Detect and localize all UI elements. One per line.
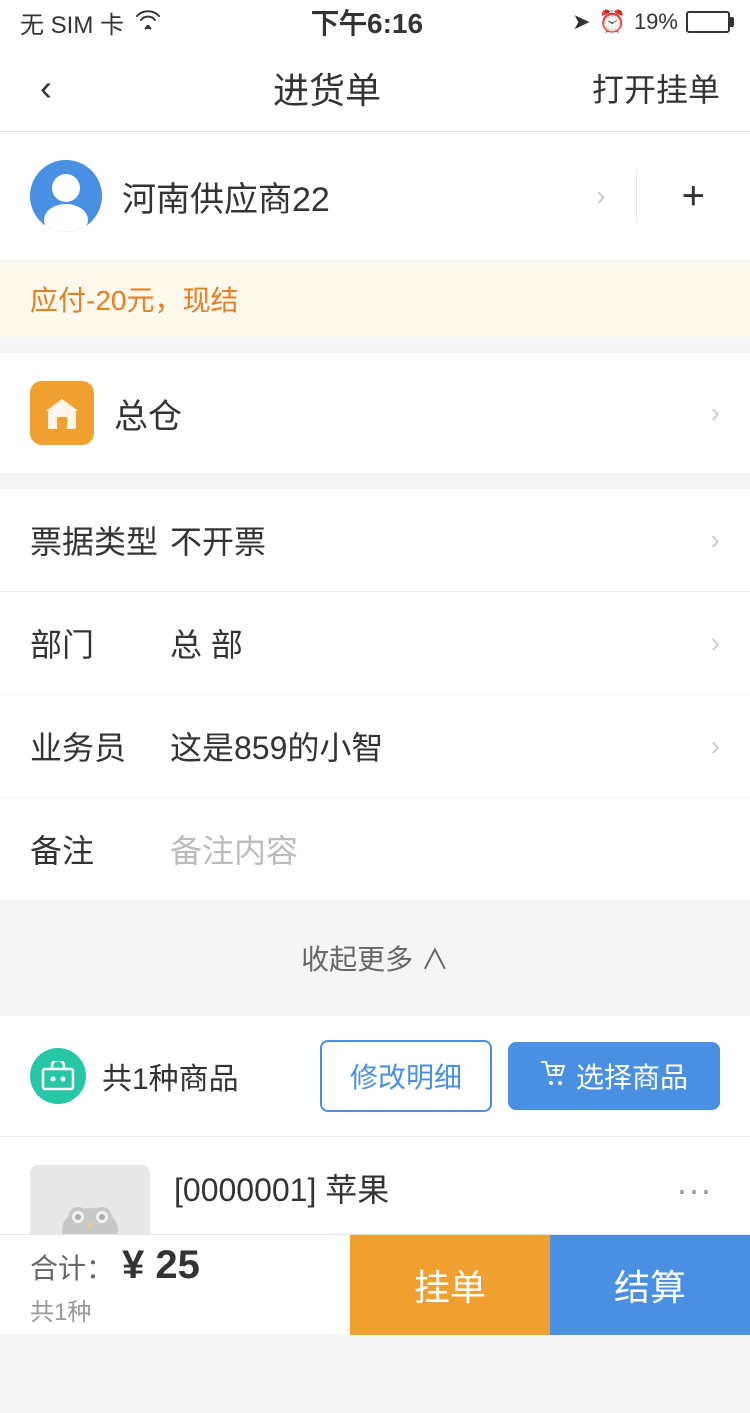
product-title: 苹果 bbox=[325, 1172, 389, 1208]
battery-icon bbox=[686, 11, 730, 33]
salesman-value: 这是859的小智 bbox=[170, 723, 711, 769]
department-chevron-icon: › bbox=[711, 627, 720, 659]
add-supplier-button[interactable]: + bbox=[667, 169, 720, 224]
department-value: 总 部 bbox=[170, 620, 711, 666]
supplier-name: 河南供应商22 bbox=[122, 172, 576, 221]
product-header: 共1种商品 修改明细 选择商品 bbox=[0, 1016, 750, 1137]
warehouse-section[interactable]: 总仓 › bbox=[0, 353, 750, 473]
status-right: ➤ ⏰ 19% bbox=[572, 9, 730, 35]
back-button[interactable]: ‹ bbox=[30, 57, 62, 119]
salesman-chevron-icon: › bbox=[711, 730, 720, 762]
select-product-label: 选择商品 bbox=[576, 1056, 688, 1096]
supplier-row[interactable]: 河南供应商22 › + bbox=[0, 132, 750, 261]
product-code: [0000001] bbox=[174, 1172, 316, 1208]
page-title: 进货单 bbox=[273, 62, 381, 114]
warehouse-chevron-icon: › bbox=[711, 397, 720, 429]
department-label: 部门 bbox=[30, 620, 170, 666]
select-product-button[interactable]: 选择商品 bbox=[508, 1042, 720, 1110]
open-pending-button[interactable]: 打开挂单 bbox=[592, 65, 720, 111]
total-amount: ¥ 25 bbox=[122, 1243, 200, 1288]
cart-icon bbox=[540, 1060, 568, 1093]
total-sub: 共1种 bbox=[30, 1292, 320, 1327]
invoice-label: 票据类型 bbox=[30, 517, 170, 563]
battery-percent: 19% bbox=[634, 9, 678, 35]
status-left: 无 SIM 卡 bbox=[20, 5, 162, 40]
collapse-toggle[interactable]: 收起更多 ∧ bbox=[0, 916, 750, 1000]
warehouse-row[interactable]: 总仓 › bbox=[0, 353, 750, 473]
total-label: 合计： bbox=[30, 1247, 114, 1287]
remark-label: 备注 bbox=[30, 826, 170, 872]
invoice-value: 不开票 bbox=[170, 517, 711, 563]
edit-detail-button[interactable]: 修改明细 bbox=[320, 1040, 492, 1112]
supplier-notice: 应付-20元，现结 bbox=[0, 261, 750, 337]
invoice-chevron-icon: › bbox=[711, 524, 720, 556]
supplier-chevron-icon: › bbox=[596, 180, 605, 212]
bottom-bar: 合计： ¥ 25 共1种 挂单 结算 bbox=[0, 1234, 750, 1334]
warehouse-icon bbox=[30, 381, 94, 445]
warehouse-name: 总仓 bbox=[114, 389, 691, 438]
salesman-row[interactable]: 业务员 这是859的小智 › bbox=[0, 695, 750, 798]
total-section: 合计： ¥ 25 共1种 bbox=[0, 1243, 350, 1327]
product-more-button[interactable]: ··· bbox=[668, 1165, 720, 1215]
form-section: 票据类型 不开票 › 部门 总 部 › 业务员 这是859的小智 › 备注 备注… bbox=[0, 489, 750, 900]
location-icon: ➤ bbox=[572, 9, 590, 35]
salesman-label: 业务员 bbox=[30, 723, 170, 769]
total-line: 合计： ¥ 25 bbox=[30, 1243, 320, 1288]
supplier-avatar bbox=[30, 160, 102, 232]
department-row[interactable]: 部门 总 部 › bbox=[0, 592, 750, 695]
product-count-icon bbox=[30, 1048, 86, 1104]
nav-bar: ‹ 进货单 打开挂单 bbox=[0, 44, 750, 132]
status-bar: 无 SIM 卡 下午6:16 ➤ ⏰ 19% bbox=[0, 0, 750, 44]
remark-row[interactable]: 备注 备注内容 bbox=[0, 798, 750, 900]
product-count-text: 共1种商品 bbox=[102, 1054, 304, 1098]
wifi-icon bbox=[134, 8, 162, 37]
main-content: 河南供应商22 › + 应付-20元，现结 总仓 › 票据类型 不开票 › bbox=[0, 132, 750, 1413]
product-name: [0000001] 苹果 bbox=[174, 1165, 644, 1211]
status-time: 下午6:16 bbox=[311, 2, 423, 42]
remark-placeholder: 备注内容 bbox=[170, 826, 720, 872]
carrier-text: 无 SIM 卡 bbox=[20, 5, 124, 40]
divider bbox=[636, 171, 637, 221]
invoice-row[interactable]: 票据类型 不开票 › bbox=[0, 489, 750, 592]
alarm-icon: ⏰ bbox=[599, 9, 626, 35]
checkout-button[interactable]: 结算 bbox=[550, 1235, 750, 1335]
suspend-button[interactable]: 挂单 bbox=[350, 1235, 550, 1335]
supplier-section: 河南供应商22 › + 应付-20元，现结 bbox=[0, 132, 750, 337]
